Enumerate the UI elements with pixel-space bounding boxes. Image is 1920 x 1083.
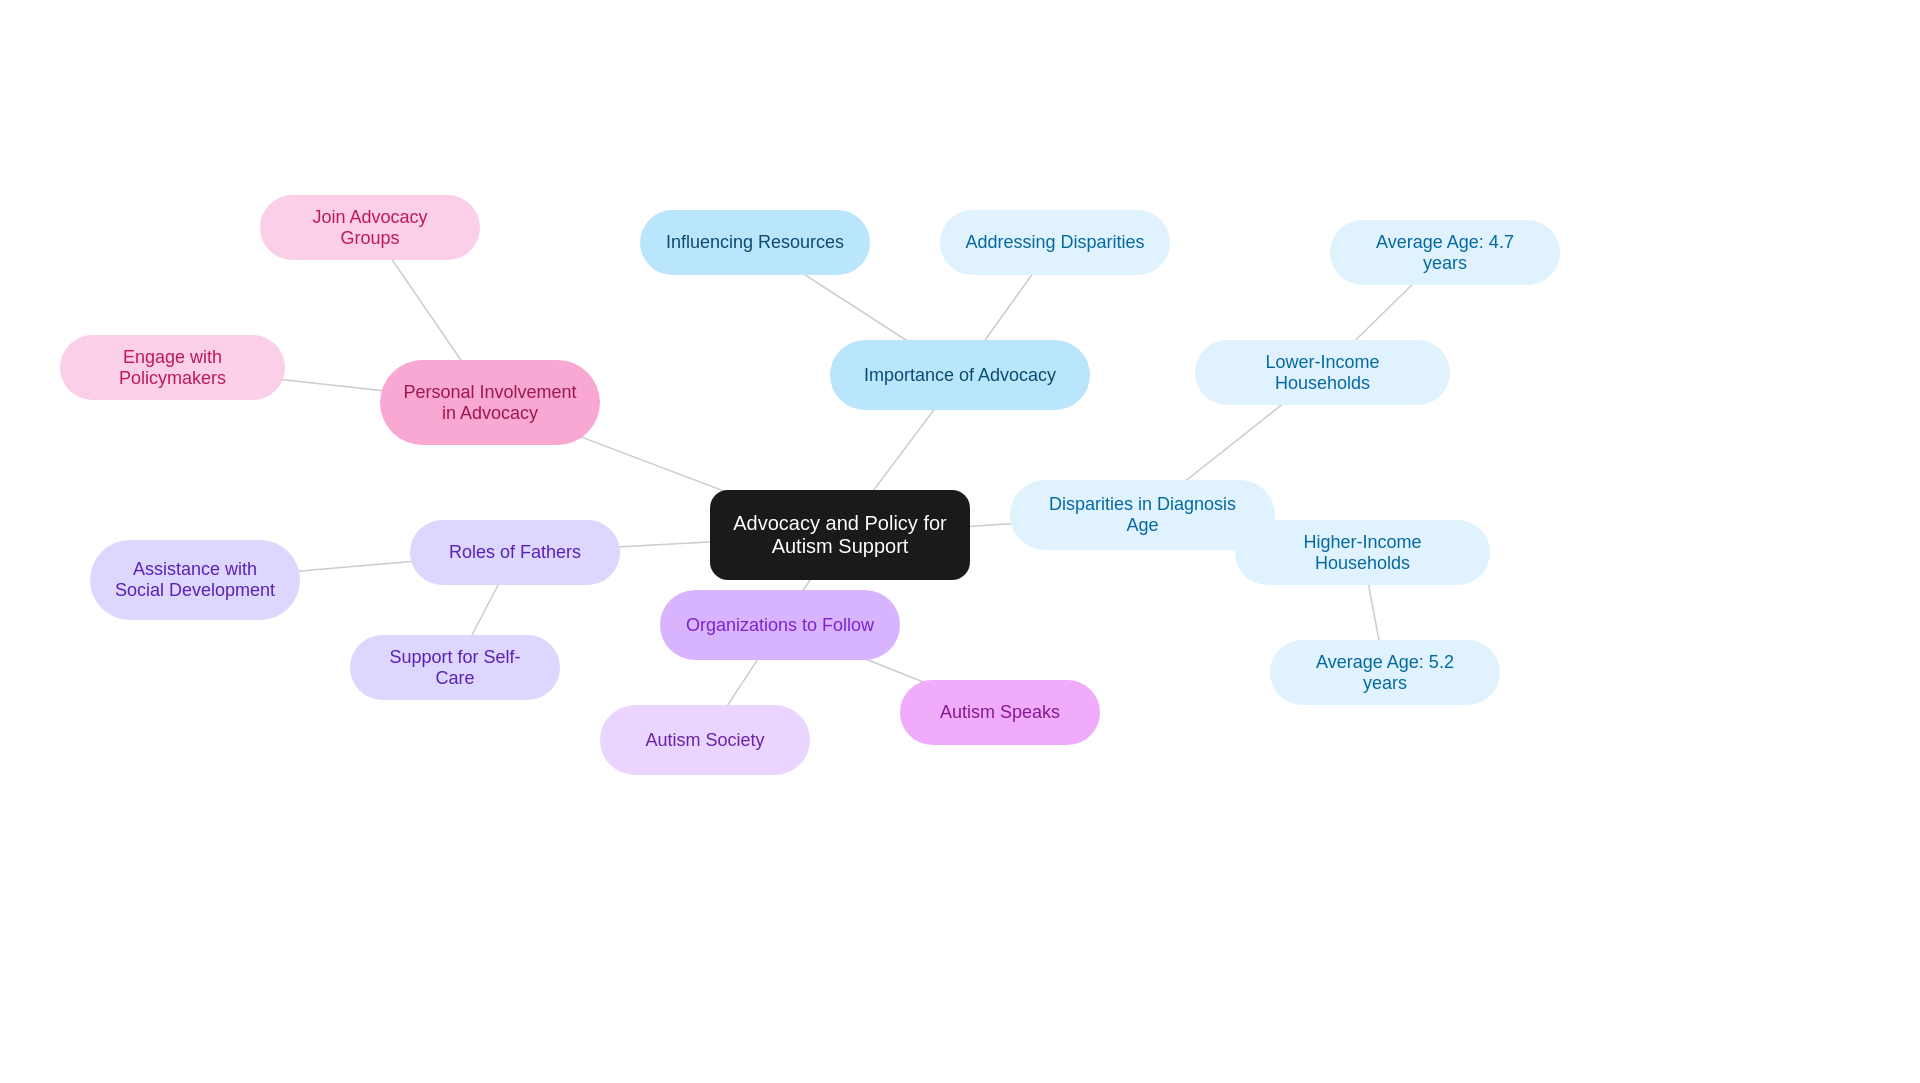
node-avg47[interactable]: Average Age: 4.7 years	[1330, 220, 1560, 285]
node-influencing[interactable]: Influencing Resources	[640, 210, 870, 275]
node-addressing[interactable]: Addressing Disparities	[940, 210, 1170, 275]
node-avg52[interactable]: Average Age: 5.2 years	[1270, 640, 1500, 705]
node-autismspeaks[interactable]: Autism Speaks	[900, 680, 1100, 745]
node-selfcare[interactable]: Support for Self-Care	[350, 635, 560, 700]
node-orgs[interactable]: Organizations to Follow	[660, 590, 900, 660]
node-importance[interactable]: Importance of Advocacy	[830, 340, 1090, 410]
node-join[interactable]: Join Advocacy Groups	[260, 195, 480, 260]
node-personal[interactable]: Personal Involvement in Advocacy	[380, 360, 600, 445]
node-engage[interactable]: Engage with Policymakers	[60, 335, 285, 400]
mindmap-container: Advocacy and Policy for Autism Support Im…	[0, 0, 1920, 1083]
node-higher[interactable]: Higher-Income Households	[1235, 520, 1490, 585]
node-roles[interactable]: Roles of Fathers	[410, 520, 620, 585]
node-assistance[interactable]: Assistance with Social Development	[90, 540, 300, 620]
node-lower[interactable]: Lower-Income Households	[1195, 340, 1450, 405]
node-center[interactable]: Advocacy and Policy for Autism Support	[710, 490, 970, 580]
node-disparities[interactable]: Disparities in Diagnosis Age	[1010, 480, 1275, 550]
node-autismsociety[interactable]: Autism Society	[600, 705, 810, 775]
